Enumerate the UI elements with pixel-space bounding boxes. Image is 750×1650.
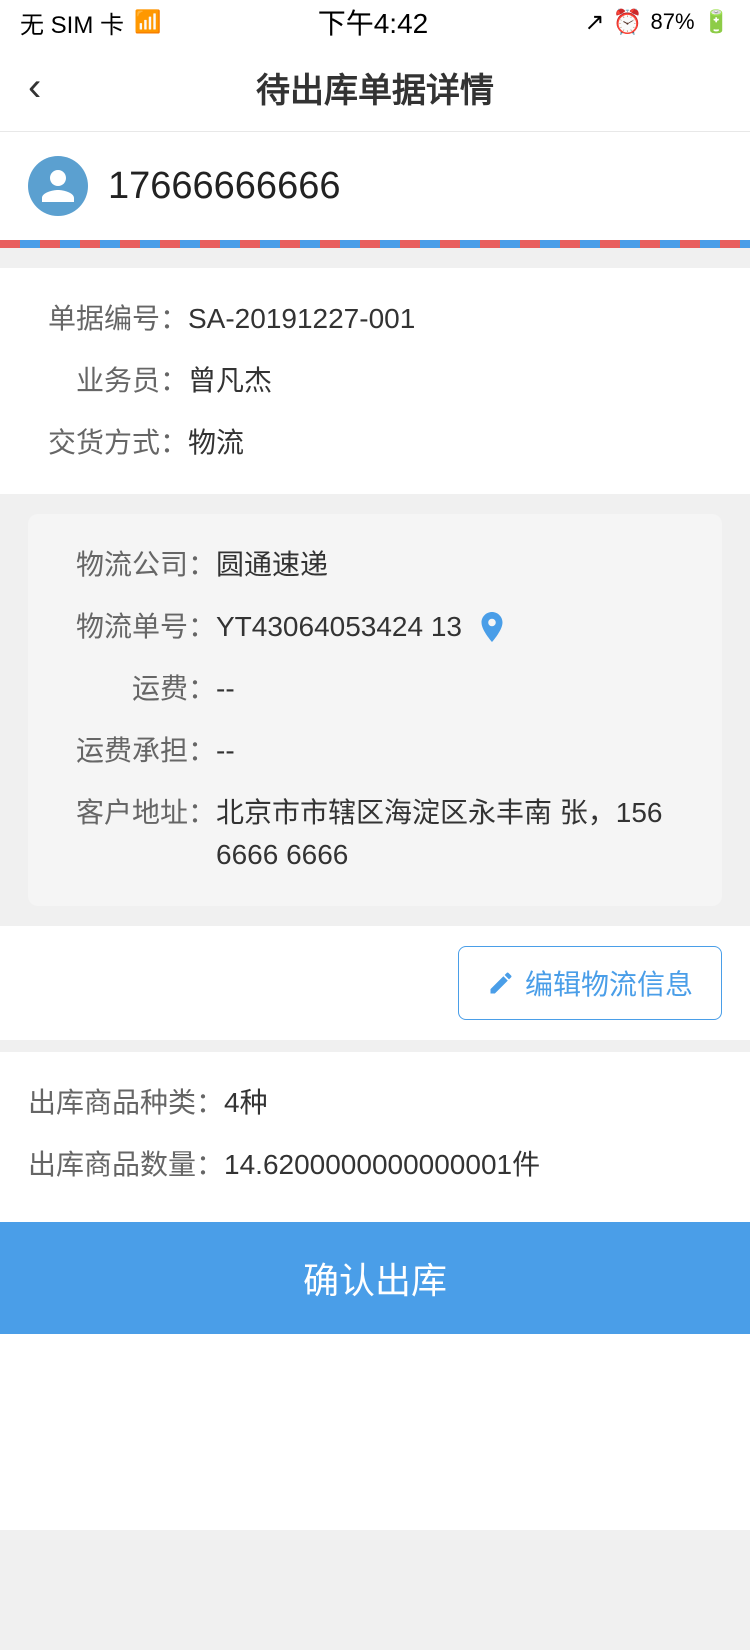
status-time: 下午4:42 <box>318 2 429 42</box>
goods-quantity-label: 出库商品数量： <box>28 1144 224 1186</box>
edit-button-row: 编辑物流信息 <box>0 926 750 1040</box>
edit-logistics-button[interactable]: 编辑物流信息 <box>458 946 722 1020</box>
delivery-method-row: 交货方式： 物流 <box>28 422 722 464</box>
salesperson-label: 业务员： <box>28 360 188 402</box>
dashed-divider <box>0 240 750 248</box>
location-status-icon: ↗ <box>585 8 605 37</box>
freight-bearer-row: 运费承担： -- <box>56 730 694 772</box>
goods-quantity-value: 14.6200000000000001件 <box>224 1144 722 1186</box>
logistics-company-label: 物流公司： <box>56 544 216 586</box>
logistics-section: 物流公司： 圆通速递 物流单号： YT43064053424 13 运费： --… <box>28 514 722 906</box>
carrier-text: 无 SIM 卡 <box>20 5 124 40</box>
customer-phone: 17666666666 <box>108 165 340 208</box>
customer-header: 17666666666 <box>0 132 750 240</box>
confirm-button-container[interactable]: 确认出库 <box>0 1222 750 1334</box>
salesperson-row: 业务员： 曾凡杰 <box>28 360 722 402</box>
address-label: 客户地址： <box>56 792 216 834</box>
tracking-number-label: 物流单号： <box>56 606 216 648</box>
page-title: 待出库单据详情 <box>256 63 494 112</box>
goods-types-value: 4种 <box>224 1082 722 1124</box>
address-row: 客户地址： 北京市市辖区海淀区永丰南 张，156 6666 6666 <box>56 792 694 876</box>
alarm-icon: ⏰ <box>613 8 643 37</box>
freight-bearer-value: -- <box>216 730 694 772</box>
logistics-company-value: 圆通速递 <box>216 544 694 586</box>
status-right: ↗ ⏰ 87% 🔋 <box>585 8 730 37</box>
bottom-area <box>0 1330 750 1530</box>
edit-icon <box>487 969 515 997</box>
tracking-number-text: YT43064053424 13 <box>216 606 462 648</box>
goods-types-row: 出库商品种类： 4种 <box>28 1082 722 1124</box>
section-divider <box>0 1040 750 1052</box>
order-number-label: 单据编号： <box>28 298 188 340</box>
address-value: 北京市市辖区海淀区永丰南 张，156 6666 6666 <box>216 792 694 876</box>
freight-label: 运费： <box>56 668 216 710</box>
wifi-icon: 📶 <box>134 9 161 35</box>
delivery-method-value: 物流 <box>188 422 722 464</box>
battery-icon: 🔋 <box>703 9 730 35</box>
order-number-value: SA-20191227-001 <box>188 298 722 340</box>
freight-row: 运费： -- <box>56 668 694 710</box>
logistics-company-row: 物流公司： 圆通速递 <box>56 544 694 586</box>
order-number-row: 单据编号： SA-20191227-001 <box>28 298 722 340</box>
freight-bearer-label: 运费承担： <box>56 730 216 772</box>
status-left: 无 SIM 卡 📶 <box>20 5 161 40</box>
nav-bar: ‹ 待出库单据详情 <box>0 44 750 132</box>
order-info-section: 单据编号： SA-20191227-001 业务员： 曾凡杰 交货方式： 物流 <box>0 268 750 494</box>
delivery-method-label: 交货方式： <box>28 422 188 464</box>
map-pin-icon[interactable] <box>474 609 510 645</box>
battery-text: 87% <box>651 9 695 35</box>
salesperson-value: 曾凡杰 <box>188 360 722 402</box>
status-bar: 无 SIM 卡 📶 下午4:42 ↗ ⏰ 87% 🔋 <box>0 0 750 44</box>
confirm-button-label: 确认出库 <box>303 1260 447 1301</box>
goods-section: 出库商品种类： 4种 出库商品数量： 14.6200000000000001件 <box>0 1052 750 1216</box>
freight-value: -- <box>216 668 694 710</box>
back-button[interactable]: ‹ <box>28 65 41 110</box>
goods-quantity-row: 出库商品数量： 14.6200000000000001件 <box>28 1144 722 1186</box>
tracking-number-row: 物流单号： YT43064053424 13 <box>56 606 694 648</box>
person-icon <box>38 166 78 206</box>
avatar <box>28 156 88 216</box>
goods-types-label: 出库商品种类： <box>28 1082 224 1124</box>
edit-logistics-label: 编辑物流信息 <box>525 963 693 1003</box>
tracking-number-value: YT43064053424 13 <box>216 606 694 648</box>
